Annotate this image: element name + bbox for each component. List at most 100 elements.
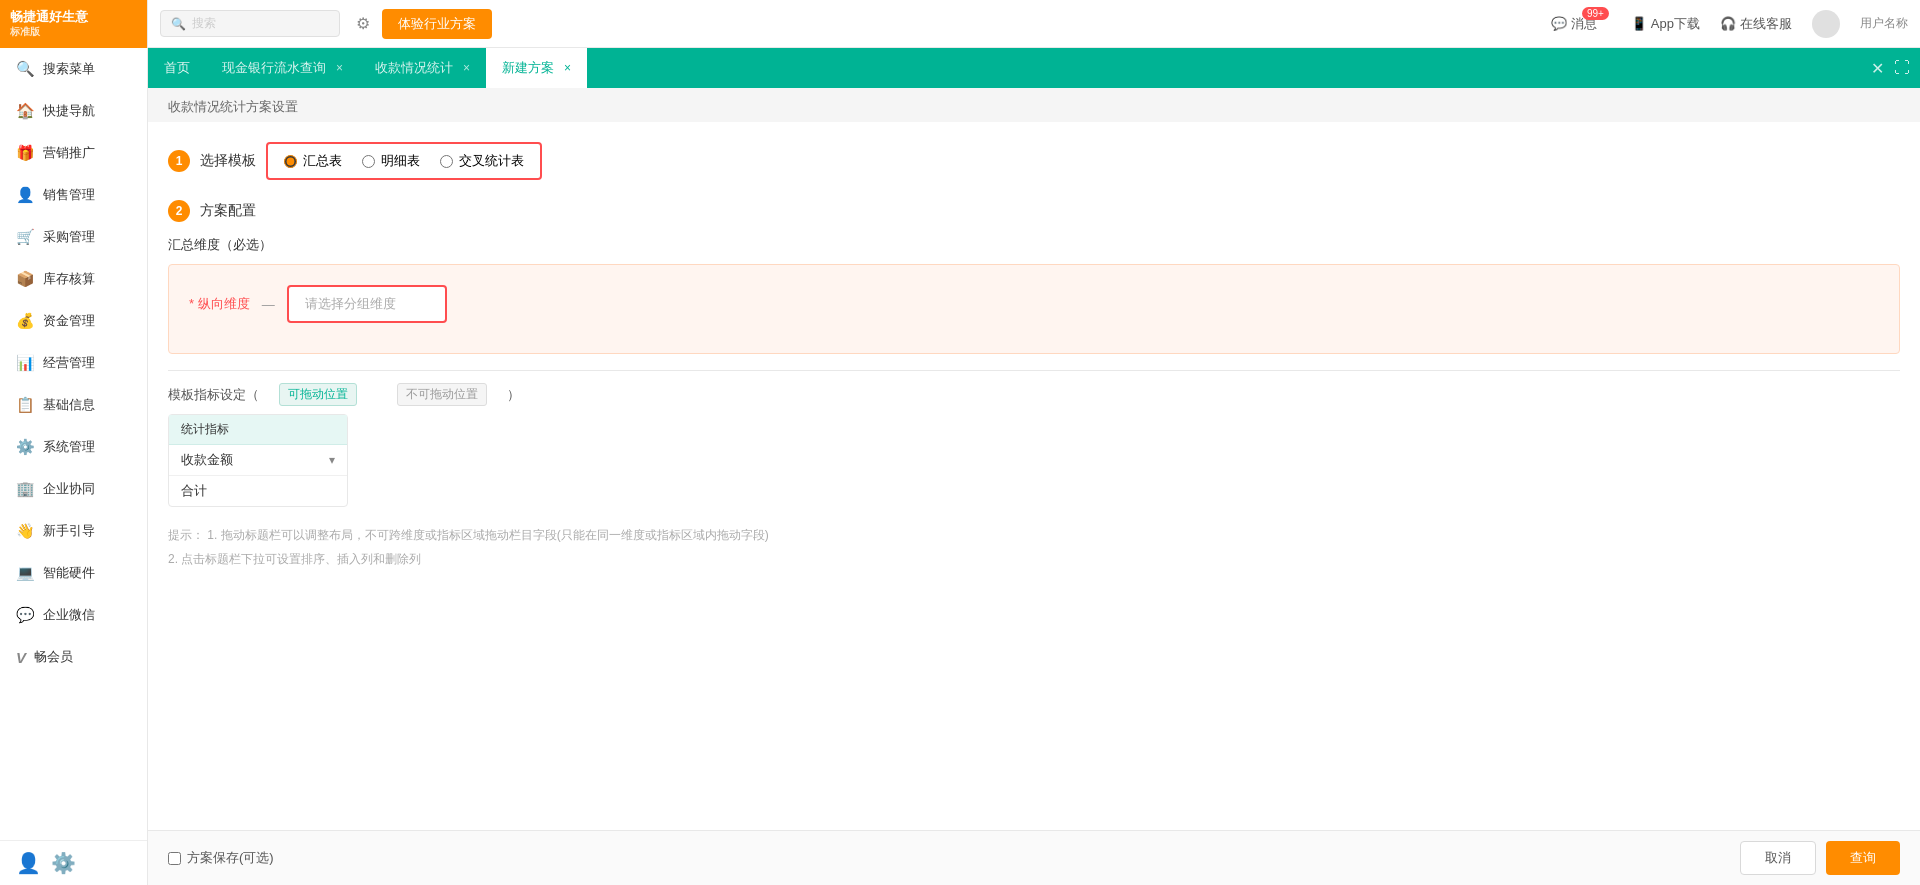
tab-collection-stats[interactable]: 收款情况统计 × [359, 48, 486, 88]
sidebar-item-marketing[interactable]: 🎁 营销推广 [0, 132, 147, 174]
radio-cross[interactable]: 交叉统计表 [440, 152, 524, 170]
sidebar-item-inventory[interactable]: 📦 库存核算 [0, 258, 147, 300]
logo-text: 畅捷通好生意 [10, 9, 88, 25]
sales-icon: 👤 [16, 186, 35, 204]
sidebar-logo: 畅捷通好生意 标准版 [0, 0, 147, 48]
indicator-settings: 模板指标设定（ 可拖动位置 不可拖动位置 ） 统计指标 收款金额 ▾ [168, 383, 1900, 507]
sidebar-item-system[interactable]: ⚙️ 系统管理 [0, 426, 147, 468]
topbar-right: 💬 消息 99+ 📱 App下载 🎧 在线客服 用户名称 [1551, 10, 1908, 38]
indicator-setting-suffix: ） [507, 386, 520, 404]
purchase-icon: 🛒 [16, 228, 35, 246]
member-icon: V [16, 649, 26, 666]
dimension-arrow: — [262, 297, 275, 312]
draggable-tag: 可拖动位置 [279, 383, 357, 406]
sidebar-item-quick-nav[interactable]: 🏠 快捷导航 [0, 90, 147, 132]
save-checkbox-input[interactable] [168, 852, 181, 865]
download-icon: 📱 [1631, 16, 1647, 31]
radio-detail-input[interactable] [362, 155, 375, 168]
tabbar-actions: ✕ ⛶ [1871, 59, 1920, 78]
indicators-area: 统计指标 收款金额 ▾ 合计 [168, 414, 348, 507]
tab-bank-flow-label: 现金银行流水查询 [222, 59, 326, 77]
marketing-icon: 🎁 [16, 144, 35, 162]
sidebar-item-smart-hw[interactable]: 💻 智能硬件 [0, 552, 147, 594]
logo-sub: 标准版 [10, 25, 88, 39]
service-item[interactable]: 🎧 在线客服 [1720, 15, 1792, 33]
sidebar-item-purchase[interactable]: 🛒 采购管理 [0, 216, 147, 258]
tip-line1: 提示： 1. 拖动标题栏可以调整布局，不可跨维度或指标区域拖动栏目字段(只能在同… [168, 523, 1900, 547]
sidebar-user-icon: 👤 [16, 851, 41, 875]
inventory-icon: 📦 [16, 270, 35, 288]
template-options: 汇总表 明细表 交叉统计表 [266, 142, 542, 180]
tab-bank-flow-close[interactable]: × [336, 61, 343, 75]
sidebar-item-finance[interactable]: 💰 资金管理 [0, 300, 147, 342]
radio-summary-input[interactable] [284, 155, 297, 168]
quick-nav-icon: 🏠 [16, 102, 35, 120]
radio-cross-input[interactable] [440, 155, 453, 168]
step1-header: 1 选择模板 汇总表 明细表 交叉统计表 [168, 142, 1900, 180]
trial-button[interactable]: 体验行业方案 [382, 9, 492, 39]
indicator-amount-dropdown[interactable]: ▾ [329, 453, 335, 467]
close-all-icon[interactable]: ✕ [1871, 59, 1884, 78]
indicator-setting-header: 模板指标设定（ 可拖动位置 不可拖动位置 ） [168, 383, 1900, 406]
sidebar-item-enterprise[interactable]: 🏢 企业协同 [0, 468, 147, 510]
tabbar: 首页 现金银行流水查询 × 收款情况统计 × 新建方案 × ✕ ⛶ [148, 48, 1920, 88]
user-name: 用户名称 [1860, 15, 1908, 32]
gear-icon[interactable]: ⚙ [356, 14, 370, 33]
tab-home[interactable]: 首页 [148, 48, 206, 88]
main: 🔍 搜索 ⚙ 体验行业方案 💬 消息 99+ 📱 App下载 🎧 在线客服 用户… [148, 0, 1920, 885]
sidebar-item-newbie[interactable]: 👋 新手引导 [0, 510, 147, 552]
indicators-header: 统计指标 [169, 415, 347, 445]
tab-collection-stats-label: 收款情况统计 [375, 59, 453, 77]
step1-section: 1 选择模板 汇总表 明细表 交叉统计表 [168, 142, 1900, 180]
dimension-row: * 纵向维度 — 请选择分组维度 [189, 285, 1879, 323]
finance-icon: 💰 [16, 312, 35, 330]
sidebar-bottom: 👤 ⚙️ [0, 840, 147, 885]
maximize-icon[interactable]: ⛶ [1894, 59, 1910, 77]
sidebar-item-sales[interactable]: 👤 销售管理 [0, 174, 147, 216]
footer-actions: 取消 查询 [1740, 841, 1900, 875]
tab-new-plan[interactable]: 新建方案 × [486, 48, 587, 88]
save-checkbox[interactable]: 方案保存(可选) [168, 849, 274, 867]
sidebar-item-wechat[interactable]: 💬 企业微信 [0, 594, 147, 636]
message-badge: 99+ [1582, 7, 1609, 20]
query-button[interactable]: 查询 [1826, 841, 1900, 875]
non-draggable-tag: 不可拖动位置 [397, 383, 487, 406]
system-icon: ⚙️ [16, 438, 35, 456]
indicator-amount-label: 收款金额 [181, 451, 233, 469]
newbie-icon: 👋 [16, 522, 35, 540]
message-icon: 💬 [1551, 16, 1567, 31]
indicator-setting-prefix: 模板指标设定（ [168, 386, 259, 404]
message-item[interactable]: 💬 消息 99+ [1551, 15, 1597, 33]
basic-info-icon: 📋 [16, 396, 35, 414]
sidebar-item-basic-info[interactable]: 📋 基础信息 [0, 384, 147, 426]
dimension-area: * 纵向维度 — 请选择分组维度 [168, 264, 1900, 354]
dimension-picker[interactable]: 请选择分组维度 [287, 285, 447, 323]
sidebar-settings-icon: ⚙️ [51, 851, 76, 875]
search-icon: 🔍 [171, 17, 186, 31]
footer: 方案保存(可选) 取消 查询 [148, 830, 1920, 885]
tip-line2: 2. 点击标题栏下拉可设置排序、插入列和删除列 [168, 547, 1900, 571]
download-item[interactable]: 📱 App下载 [1631, 15, 1700, 33]
download-label: App下载 [1651, 15, 1700, 33]
indicator-item-total: 合计 [169, 476, 347, 506]
step1-num: 1 [168, 150, 190, 172]
avatar[interactable] [1812, 10, 1840, 38]
vertical-dimension-label: * 纵向维度 [189, 295, 250, 313]
radio-detail[interactable]: 明细表 [362, 152, 420, 170]
wechat-icon: 💬 [16, 606, 35, 624]
step1-title: 选择模板 [200, 152, 256, 170]
sidebar-item-search-menu[interactable]: 🔍 搜索菜单 [0, 48, 147, 90]
cancel-button[interactable]: 取消 [1740, 841, 1816, 875]
sidebar-item-member[interactable]: V 畅会员 [0, 636, 147, 678]
search-box[interactable]: 🔍 搜索 [160, 10, 340, 37]
tab-collection-stats-close[interactable]: × [463, 61, 470, 75]
tab-new-plan-close[interactable]: × [564, 61, 571, 75]
tab-new-plan-label: 新建方案 [502, 59, 554, 77]
search-placeholder: 搜索 [192, 15, 216, 32]
sidebar-item-operation[interactable]: 📊 经营管理 [0, 342, 147, 384]
search-menu-icon: 🔍 [16, 60, 35, 78]
radio-summary[interactable]: 汇总表 [284, 152, 342, 170]
tab-bank-flow[interactable]: 现金银行流水查询 × [206, 48, 359, 88]
topbar: 🔍 搜索 ⚙ 体验行业方案 💬 消息 99+ 📱 App下载 🎧 在线客服 用户… [148, 0, 1920, 48]
radio-detail-label: 明细表 [381, 152, 420, 170]
